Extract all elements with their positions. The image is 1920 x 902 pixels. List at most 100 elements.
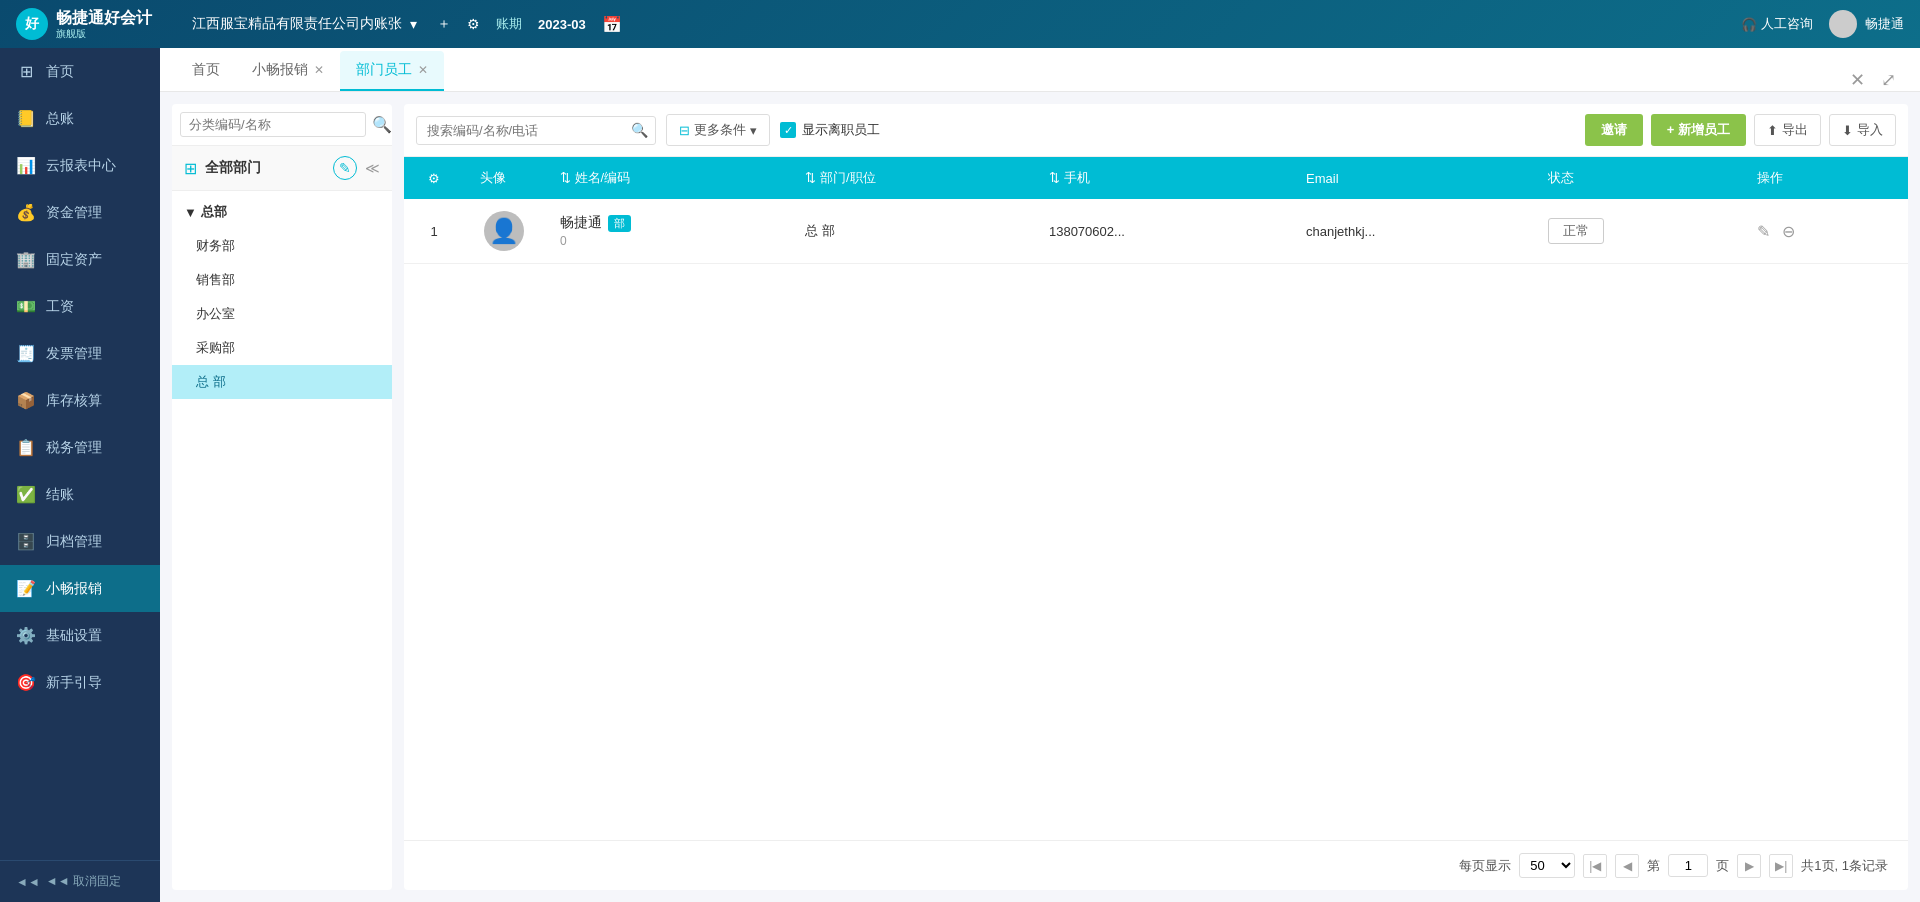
tab-xiaochangbaoxiao-label: 小畅报销	[252, 61, 308, 79]
dept-tree-caigoubu[interactable]: 采购部	[172, 331, 392, 365]
filter-button[interactable]: ⊟ 更多条件 ▾	[666, 114, 770, 146]
last-page-button[interactable]: ▶|	[1769, 854, 1793, 878]
cell-status: 正常	[1532, 199, 1742, 264]
invite-button[interactable]: 邀请	[1585, 114, 1643, 146]
dept-tree-xiaoshoubu[interactable]: 销售部	[172, 263, 392, 297]
unpin-label: ◄◄ 取消固定	[46, 873, 121, 890]
tab-expand-button[interactable]: ⤢	[1873, 69, 1904, 91]
next-page-button[interactable]: ▶	[1737, 854, 1761, 878]
tab-home[interactable]: 首页	[176, 51, 236, 91]
cell-phone: 138070602...	[1033, 199, 1290, 264]
sidebar-item-assets[interactable]: 🏢 固定资产	[0, 236, 160, 283]
dept-tree-caiwubu[interactable]: 财务部	[172, 229, 392, 263]
col-name-code[interactable]: ⇅ 姓名/编码	[544, 157, 789, 199]
dept-head-label: 总部	[201, 203, 227, 221]
sidebar-item-home[interactable]: ⊞ 首页	[0, 48, 160, 95]
logout-button[interactable]: ⊖	[1782, 222, 1795, 241]
unpin-button[interactable]: ◄◄ ◄◄ 取消固定	[0, 860, 160, 902]
col-email: Email	[1290, 157, 1532, 199]
sidebar-label-baoxiao: 小畅报销	[46, 580, 102, 598]
sidebar-label-tax: 税务管理	[46, 439, 102, 457]
first-page-button[interactable]: |◀	[1583, 854, 1607, 878]
tab-xiaochangbaoxiao[interactable]: 小畅报销 ✕	[236, 51, 340, 91]
col-settings[interactable]: ⚙	[404, 157, 464, 199]
sidebar-item-capital[interactable]: 💰 资金管理	[0, 189, 160, 236]
invoice-icon: 🧾	[16, 344, 36, 363]
company-selector[interactable]: 江西服宝精品有限责任公司内账张 ▾	[192, 15, 417, 33]
page-number-input[interactable]	[1668, 854, 1708, 877]
tab-bar: 首页 小畅报销 ✕ 部门员工 ✕ ✕ ⤢	[160, 48, 1920, 92]
logo-icon: 好	[16, 8, 48, 40]
emp-search-input[interactable]	[416, 116, 656, 145]
import-icon: ⬇	[1842, 123, 1853, 138]
support-button[interactable]: 🎧 人工咨询	[1741, 15, 1813, 33]
user-area[interactable]: 畅捷通	[1829, 10, 1904, 38]
company-dropdown-icon[interactable]: ▾	[410, 16, 417, 32]
dept-search-input[interactable]	[180, 112, 366, 137]
headset-icon: 🎧	[1741, 17, 1757, 32]
sidebar-item-archive[interactable]: 🗄️ 归档管理	[0, 518, 160, 565]
sidebar-item-checkout[interactable]: ✅ 结账	[0, 471, 160, 518]
sidebar-label-guide: 新手引导	[46, 674, 102, 692]
sidebar-item-tax[interactable]: 📋 税务管理	[0, 424, 160, 471]
export-button[interactable]: ⬆ 导出	[1754, 114, 1821, 146]
import-label: 导入	[1857, 121, 1883, 139]
dept-tree-bangongshi[interactable]: 办公室	[172, 297, 392, 331]
export-label: 导出	[1782, 121, 1808, 139]
sidebar-label-settings: 基础设置	[46, 627, 102, 645]
sidebar-item-invoice[interactable]: 🧾 发票管理	[0, 330, 160, 377]
per-page-select[interactable]: 50 20 100	[1519, 853, 1575, 878]
settings-button[interactable]: ⚙	[467, 16, 480, 32]
cell-name-code: 畅捷通 部 0	[544, 199, 789, 264]
col-dept-position[interactable]: ⇅ 部门/职位	[789, 157, 1033, 199]
tab-close-all-button[interactable]: ✕	[1842, 69, 1873, 91]
period-value: 2023-03	[538, 17, 586, 32]
show-resigned-checkbox[interactable]: ✓	[780, 122, 796, 138]
emp-toolbar: 🔍 ⊟ 更多条件 ▾ ✓ 显示离职员工 邀请 + 新增员工	[404, 104, 1908, 157]
dept-xiaoshoubu-label: 销售部	[196, 271, 235, 289]
tab-deptemployee[interactable]: 部门员工 ✕	[340, 51, 444, 91]
dept-zongbu-label: 总 部	[196, 373, 226, 391]
prev-page-button[interactable]: ◀	[1615, 854, 1639, 878]
dept-search-icon[interactable]: 🔍	[372, 115, 392, 134]
dept-all-label: 全部部门	[205, 159, 325, 177]
tab-xiaochangbaoxiao-close[interactable]: ✕	[314, 63, 324, 77]
tab-deptemployee-close[interactable]: ✕	[418, 63, 428, 77]
col-phone[interactable]: ⇅ 手机	[1033, 157, 1290, 199]
add-tab-button[interactable]: ＋	[437, 15, 451, 33]
dept-tree-zongbu[interactable]: 总 部	[172, 365, 392, 399]
pagination: 每页显示 50 20 100 |◀ ◀ 第 页 ▶ ▶| 共1页, 1条记录	[404, 840, 1908, 890]
sidebar-item-inventory[interactable]: 📦 库存核算	[0, 377, 160, 424]
sidebar-item-settings[interactable]: ⚙️ 基础设置	[0, 612, 160, 659]
dept-edit-button[interactable]: ✎	[333, 156, 357, 180]
header-right: 🎧 人工咨询 畅捷通	[1741, 10, 1904, 38]
employee-panel: 🔍 ⊟ 更多条件 ▾ ✓ 显示离职员工 邀请 + 新增员工	[404, 104, 1908, 890]
sidebar-item-xiaochangbaoxiao[interactable]: 📝 小畅报销	[0, 565, 160, 612]
guide-icon: 🎯	[16, 673, 36, 692]
edit-button[interactable]: ✎	[1757, 222, 1770, 241]
unpin-icon: ◄◄	[16, 875, 40, 889]
emp-search-icon[interactable]: 🔍	[631, 122, 648, 138]
dept-tree-section-head[interactable]: ▼ 总部	[172, 195, 392, 229]
calendar-icon[interactable]: 📅	[602, 15, 622, 34]
sidebar-item-guide[interactable]: 🎯 新手引导	[0, 659, 160, 706]
dept-caigoubu-label: 采购部	[196, 339, 235, 357]
show-resigned-toggle[interactable]: ✓ 显示离职员工	[780, 121, 880, 139]
add-employee-button[interactable]: + 新增员工	[1651, 114, 1746, 146]
sidebar-item-reports[interactable]: 📊 云报表中心	[0, 142, 160, 189]
cell-dept-position: 总 部	[789, 199, 1033, 264]
col-avatar: 头像	[464, 157, 544, 199]
sidebar-item-ledger[interactable]: 📒 总账	[0, 95, 160, 142]
settings-gear-icon: ⚙️	[16, 626, 36, 645]
dept-collapse-icon[interactable]: ≪	[365, 160, 380, 176]
reports-icon: 📊	[16, 156, 36, 175]
checkout-icon: ✅	[16, 485, 36, 504]
table-row: 1 👤	[404, 199, 1908, 264]
per-page-label: 每页显示	[1459, 857, 1511, 875]
sidebar-item-salary[interactable]: 💵 工资	[0, 283, 160, 330]
import-button[interactable]: ⬇ 导入	[1829, 114, 1896, 146]
dept-bangongshi-label: 办公室	[196, 305, 235, 323]
action-cell: ✎ ⊖	[1757, 222, 1892, 241]
filter-label: 更多条件	[694, 121, 746, 139]
archive-icon: 🗄️	[16, 532, 36, 551]
